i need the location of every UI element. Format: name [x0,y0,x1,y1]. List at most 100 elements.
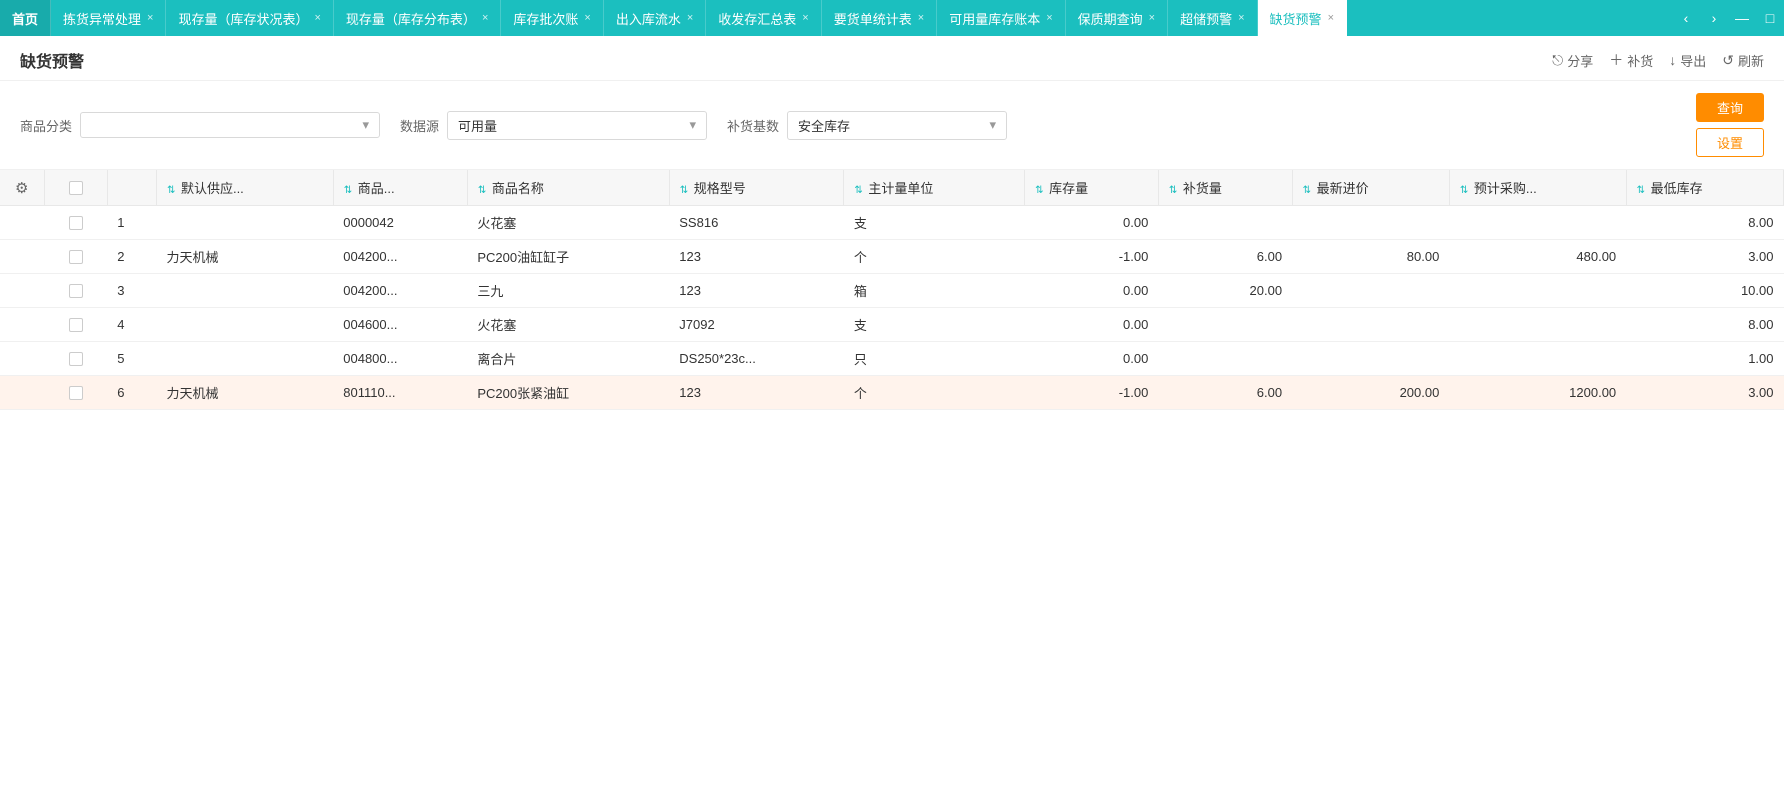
row-checkbox[interactable] [69,318,83,332]
settings-button[interactable]: 设置 [1696,128,1764,157]
tab-expiry-close[interactable]: × [1149,12,1155,24]
row-latest-price [1292,206,1449,240]
tab-nav-right[interactable]: › [1700,0,1728,36]
tab-batch-close[interactable]: × [584,12,590,24]
tab-inout-flow-close[interactable]: × [687,12,693,24]
row-estimated-purchase: 480.00 [1449,240,1626,274]
col-spec[interactable]: ⇅ 规格型号 [669,170,844,206]
share-button[interactable]: ⎋ 分享 [1552,51,1593,70]
tab-inventory-status-close[interactable]: × [314,12,320,24]
col-min-stock-label: 最低库存 [1651,181,1703,196]
tab-collect-summary[interactable]: 收发存汇总表 × [706,0,821,36]
row-goods-code: 801110... [333,376,467,410]
unit-sort-icon: ⇅ [854,185,862,196]
row-latest-price [1292,308,1449,342]
tab-order-stats-close[interactable]: × [918,12,924,24]
col-unit[interactable]: ⇅ 主计量单位 [844,170,1025,206]
row-settings-cell [0,376,44,410]
tab-home[interactable]: 首页 [0,0,51,36]
row-checkbox[interactable] [69,352,83,366]
col-latest-price-label: 最新进价 [1317,181,1369,196]
datasource-chevron-icon: ▾ [690,117,697,133]
table-row: 5 004800... 离合片 DS250*23c... 只 0.00 1.00 [0,342,1784,376]
tab-inventory-dist[interactable]: 现存量（库存分布表） × [334,0,501,36]
col-goods-code-label: 商品... [358,181,395,196]
col-checkbox-header[interactable] [44,170,107,206]
spec-sort-icon: ⇅ [680,185,688,196]
replenish-filter-label: 补货基数 [727,116,779,135]
row-goods-name: PC200张紧油缸 [467,376,669,410]
tab-available-ledger-close[interactable]: × [1046,12,1052,24]
tab-nav-maximize[interactable]: □ [1756,0,1784,36]
row-checkbox-cell[interactable] [44,308,107,342]
col-settings[interactable]: ⚙ [0,170,44,206]
gear-icon[interactable]: ⚙ [15,180,28,197]
replenish-qty-sort-icon: ⇅ [1169,185,1177,196]
col-supplier[interactable]: ⇅ 默认供应... [156,170,333,206]
tab-inout-flow[interactable]: 出入库流水 × [604,0,706,36]
row-checkbox[interactable] [69,250,83,264]
tab-overstock-close[interactable]: × [1238,12,1244,24]
col-replenish-qty[interactable]: ⇅ 补货量 [1158,170,1292,206]
col-min-stock[interactable]: ⇅ 最低库存 [1626,170,1783,206]
refresh-button[interactable]: ↺ 刷新 [1722,51,1764,70]
row-checkbox-cell[interactable] [44,342,107,376]
row-checkbox[interactable] [69,216,83,230]
row-checkbox[interactable] [69,284,83,298]
tab-nav-left[interactable]: ‹ [1672,0,1700,36]
refresh-label: 刷新 [1738,51,1764,70]
restock-icon: ＋ [1609,50,1623,70]
restock-button[interactable]: ＋ 补货 [1609,50,1653,70]
tab-available-ledger[interactable]: 可用量库存账本 × [937,0,1065,36]
min-stock-sort-icon: ⇅ [1637,185,1645,196]
table-row: 6 力天机械 801110... PC200张紧油缸 123 个 -1.00 6… [0,376,1784,410]
row-stock: -1.00 [1025,376,1159,410]
row-checkbox-cell[interactable] [44,274,107,308]
row-spec: SS816 [669,206,844,240]
tab-abnormal-label: 拣货异常处理 [63,9,141,28]
tab-shortage[interactable]: 缺货预警 × [1258,0,1347,36]
row-replenish-qty: 6.00 [1158,240,1292,274]
table-row: 1 0000042 火花塞 SS816 支 0.00 8.00 [0,206,1784,240]
tab-abnormal[interactable]: 拣货异常处理 × [51,0,166,36]
row-checkbox-cell[interactable] [44,376,107,410]
replenish-select[interactable]: 安全库存 ▾ [787,111,1007,140]
tab-inventory-status[interactable]: 现存量（库存状况表） × [166,0,333,36]
datasource-filter-group: 数据源 可用量 ▾ [400,111,707,140]
row-goods-code: 004600... [333,308,467,342]
tab-inventory-dist-close[interactable]: × [482,12,488,24]
tab-shortage-close[interactable]: × [1328,12,1334,24]
tab-expiry[interactable]: 保质期查询 × [1066,0,1168,36]
tab-collect-summary-close[interactable]: × [802,12,808,24]
tab-order-stats[interactable]: 要货单统计表 × [822,0,937,36]
row-no: 1 [107,206,156,240]
row-stock: -1.00 [1025,240,1159,274]
category-select[interactable]: ▾ [80,112,380,138]
row-unit: 只 [844,342,1025,376]
row-checkbox-cell[interactable] [44,206,107,240]
row-stock: 0.00 [1025,342,1159,376]
tab-overstock[interactable]: 超储预警 × [1168,0,1257,36]
row-checkbox-cell[interactable] [44,240,107,274]
col-goods-name[interactable]: ⇅ 商品名称 [467,170,669,206]
col-goods-code[interactable]: ⇅ 商品... [333,170,467,206]
query-button[interactable]: 查询 [1696,93,1764,122]
row-unit: 个 [844,376,1025,410]
row-estimated-purchase [1449,308,1626,342]
select-all-checkbox[interactable] [69,181,83,195]
replenish-select-value: 安全库存 [798,116,850,135]
row-checkbox[interactable] [69,386,83,400]
col-no [107,170,156,206]
tab-abnormal-close[interactable]: × [147,12,153,24]
row-settings-cell [0,308,44,342]
col-stock[interactable]: ⇅ 库存量 [1025,170,1159,206]
col-latest-price[interactable]: ⇅ 最新进价 [1292,170,1449,206]
row-unit: 支 [844,206,1025,240]
export-button[interactable]: ↓ 导出 [1669,51,1706,70]
tab-nav-minimize[interactable]: — [1728,0,1756,36]
datasource-select[interactable]: 可用量 ▾ [447,111,707,140]
tab-batch[interactable]: 库存批次账 × [501,0,603,36]
col-estimated-purchase[interactable]: ⇅ 预计采购... [1449,170,1626,206]
share-icon: ⎋ [1552,52,1563,69]
row-goods-name: 离合片 [467,342,669,376]
